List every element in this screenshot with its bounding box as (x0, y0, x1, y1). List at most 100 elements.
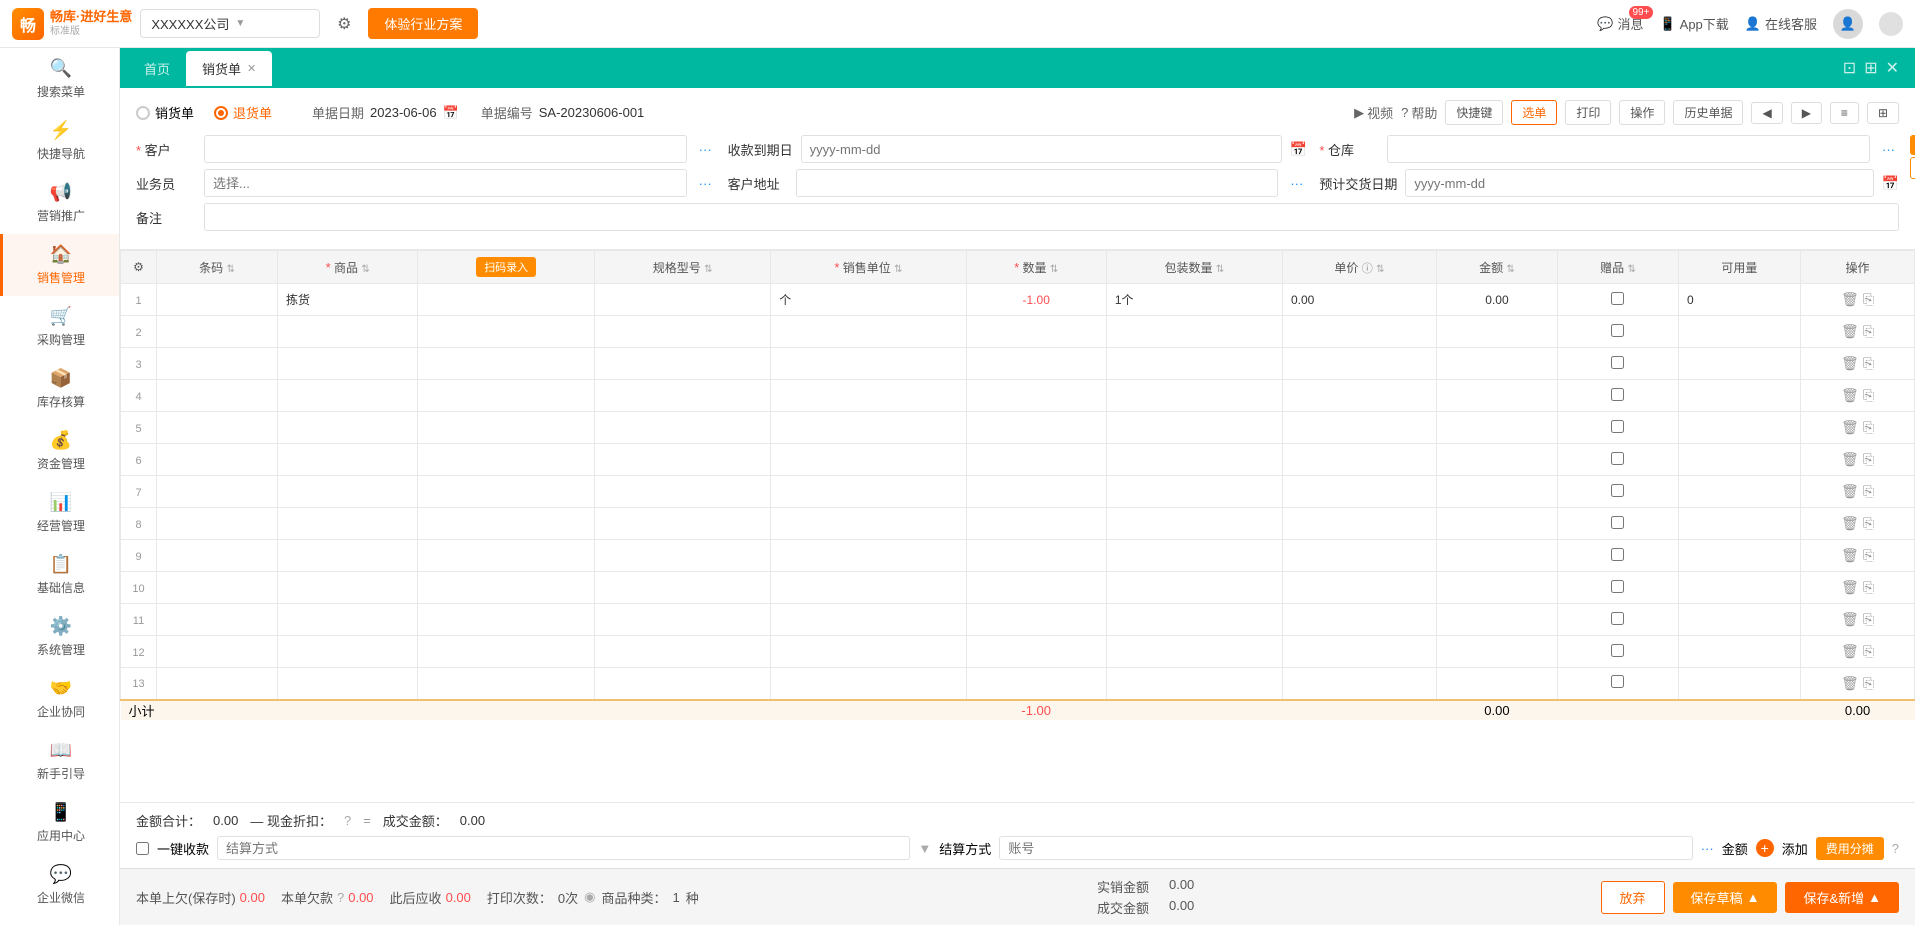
td-barcode-7[interactable] (157, 508, 278, 540)
td-qty-11[interactable] (966, 636, 1106, 668)
td-qty-6[interactable] (966, 476, 1106, 508)
td-spec-4[interactable] (595, 412, 771, 444)
sidebar-item-purchase[interactable]: 🛒 采购管理 (0, 296, 119, 358)
td-qty-5[interactable] (966, 444, 1106, 476)
td-price-5[interactable] (1282, 444, 1436, 476)
copy-icon-5[interactable]: ⎘ (1863, 451, 1874, 468)
td-barcode-9[interactable] (157, 572, 278, 604)
td-product-3[interactable] (278, 380, 418, 412)
copy-icon-11[interactable]: ⎘ (1863, 643, 1874, 660)
td-spec-8[interactable] (595, 540, 771, 572)
td-barcode-5[interactable] (157, 444, 278, 476)
td-qty-9[interactable] (966, 572, 1106, 604)
copy-icon-8[interactable]: ⎘ (1863, 547, 1874, 564)
scan-btn[interactable]: 扫码录入 (476, 257, 536, 277)
account-ellipsis-icon[interactable]: ··· (1701, 841, 1714, 856)
message-icon-item[interactable]: 💬 消息 99+ (1597, 14, 1643, 33)
delete-icon-3[interactable]: 🗑 (1841, 387, 1859, 404)
td-spec-6[interactable] (595, 476, 771, 508)
delete-icon-9[interactable]: 🗑 (1841, 579, 1859, 596)
settings-gear-icon[interactable]: ⚙ (328, 8, 360, 40)
avatar[interactable]: 👤 (1833, 9, 1863, 39)
td-pkg-qty-11[interactable] (1106, 636, 1282, 668)
td-spec-10[interactable] (595, 604, 771, 636)
th-scan[interactable]: 扫码录入 (418, 251, 595, 284)
td-pkg-qty-1[interactable] (1106, 316, 1282, 348)
trial-button[interactable]: 体验行业方案 (368, 8, 478, 39)
delete-icon-2[interactable]: 🗑 (1841, 355, 1859, 372)
td-spec-7[interactable] (595, 508, 771, 540)
expected-delivery-input[interactable] (1405, 169, 1873, 197)
td-gift-10[interactable] (1557, 604, 1678, 636)
td-spec-0[interactable] (595, 284, 771, 316)
td-product-0[interactable]: 拣货 (278, 284, 418, 316)
td-amount-8[interactable] (1436, 540, 1557, 572)
td-spec-9[interactable] (595, 572, 771, 604)
td-price-1[interactable] (1282, 316, 1436, 348)
tab-expand-icon[interactable]: ⊡ (1843, 58, 1856, 78)
video-link[interactable]: ▶ 视频 (1354, 103, 1393, 122)
copy-icon-12[interactable]: ⎘ (1863, 675, 1874, 692)
customer-ellipsis-icon[interactable]: ··· (695, 142, 716, 157)
td-gift-11[interactable] (1557, 636, 1678, 668)
td-barcode-1[interactable] (157, 316, 278, 348)
td-amount-1[interactable] (1436, 316, 1557, 348)
td-gift-1[interactable] (1557, 316, 1678, 348)
online-service-item[interactable]: 👤 在线客服 (1745, 14, 1817, 33)
sidebar-item-sales[interactable]: 🏠 销售管理 (0, 234, 119, 296)
copy-icon-10[interactable]: ⎘ (1863, 611, 1874, 628)
td-product-11[interactable] (278, 636, 418, 668)
td-gift-8[interactable] (1557, 540, 1678, 572)
td-unit-3[interactable] (771, 380, 966, 412)
sidebar-item-basic[interactable]: 📋 基础信息 (0, 544, 119, 606)
td-spec-2[interactable] (595, 348, 771, 380)
td-price-3[interactable] (1282, 380, 1436, 412)
td-amount-12[interactable] (1436, 668, 1557, 700)
td-qty-12[interactable] (966, 668, 1106, 700)
one-click-payment-checkbox[interactable] (136, 842, 149, 855)
td-gift-12[interactable] (1557, 668, 1678, 700)
td-unit-4[interactable] (771, 412, 966, 444)
history-btn[interactable]: 历史单据 (1673, 100, 1743, 125)
delete-icon-0[interactable]: 🗑 (1841, 291, 1859, 308)
td-unit-6[interactable] (771, 476, 966, 508)
td-price-10[interactable] (1282, 604, 1436, 636)
td-price-8[interactable] (1282, 540, 1436, 572)
td-product-9[interactable] (278, 572, 418, 604)
copy-icon-3[interactable]: ⎘ (1863, 387, 1874, 404)
copy-icon-0[interactable]: ⎘ (1863, 291, 1874, 308)
td-product-1[interactable] (278, 316, 418, 348)
td-qty-10[interactable] (966, 604, 1106, 636)
td-spec-5[interactable] (595, 444, 771, 476)
td-barcode-0[interactable] (157, 284, 278, 316)
td-amount-0[interactable]: 0.00 (1436, 284, 1557, 316)
td-price-4[interactable] (1282, 412, 1436, 444)
td-unit-5[interactable] (771, 444, 966, 476)
sidebar-item-system[interactable]: ⚙️ 系统管理 (0, 606, 119, 668)
prev-btn[interactable]: ◀ (1751, 102, 1782, 124)
due-date-input[interactable] (801, 135, 1282, 163)
td-price-6[interactable] (1282, 476, 1436, 508)
sidebar-item-vip[interactable]: 👑 畅会员 (0, 916, 119, 925)
td-amount-9[interactable] (1436, 572, 1557, 604)
select-btn[interactable]: 选单 (1511, 100, 1557, 125)
delete-icon-6[interactable]: 🗑 (1841, 483, 1859, 500)
shortcuts-btn[interactable]: 快捷键 (1445, 100, 1503, 125)
fee-btn[interactable]: 费用分摊 (1816, 837, 1884, 860)
td-pkg-qty-9[interactable] (1106, 572, 1282, 604)
expected-delivery-calendar-icon[interactable]: 📅 (1882, 175, 1899, 192)
copy-icon-9[interactable]: ⎘ (1863, 579, 1874, 596)
td-gift-5[interactable] (1557, 444, 1678, 476)
copy-icon-4[interactable]: ⎘ (1863, 419, 1874, 436)
td-gift-7[interactable] (1557, 508, 1678, 540)
td-gift-6[interactable] (1557, 476, 1678, 508)
td-gift-2[interactable] (1557, 348, 1678, 380)
td-amount-3[interactable] (1436, 380, 1557, 412)
td-qty-7[interactable] (966, 508, 1106, 540)
td-pkg-qty-4[interactable] (1106, 412, 1282, 444)
td-spec-3[interactable] (595, 380, 771, 412)
td-amount-11[interactable] (1436, 636, 1557, 668)
save-draft-button[interactable]: 保存草稿 ▲ (1673, 882, 1778, 913)
customer-input[interactable] (204, 135, 687, 163)
copy-icon-2[interactable]: ⎘ (1863, 355, 1874, 372)
